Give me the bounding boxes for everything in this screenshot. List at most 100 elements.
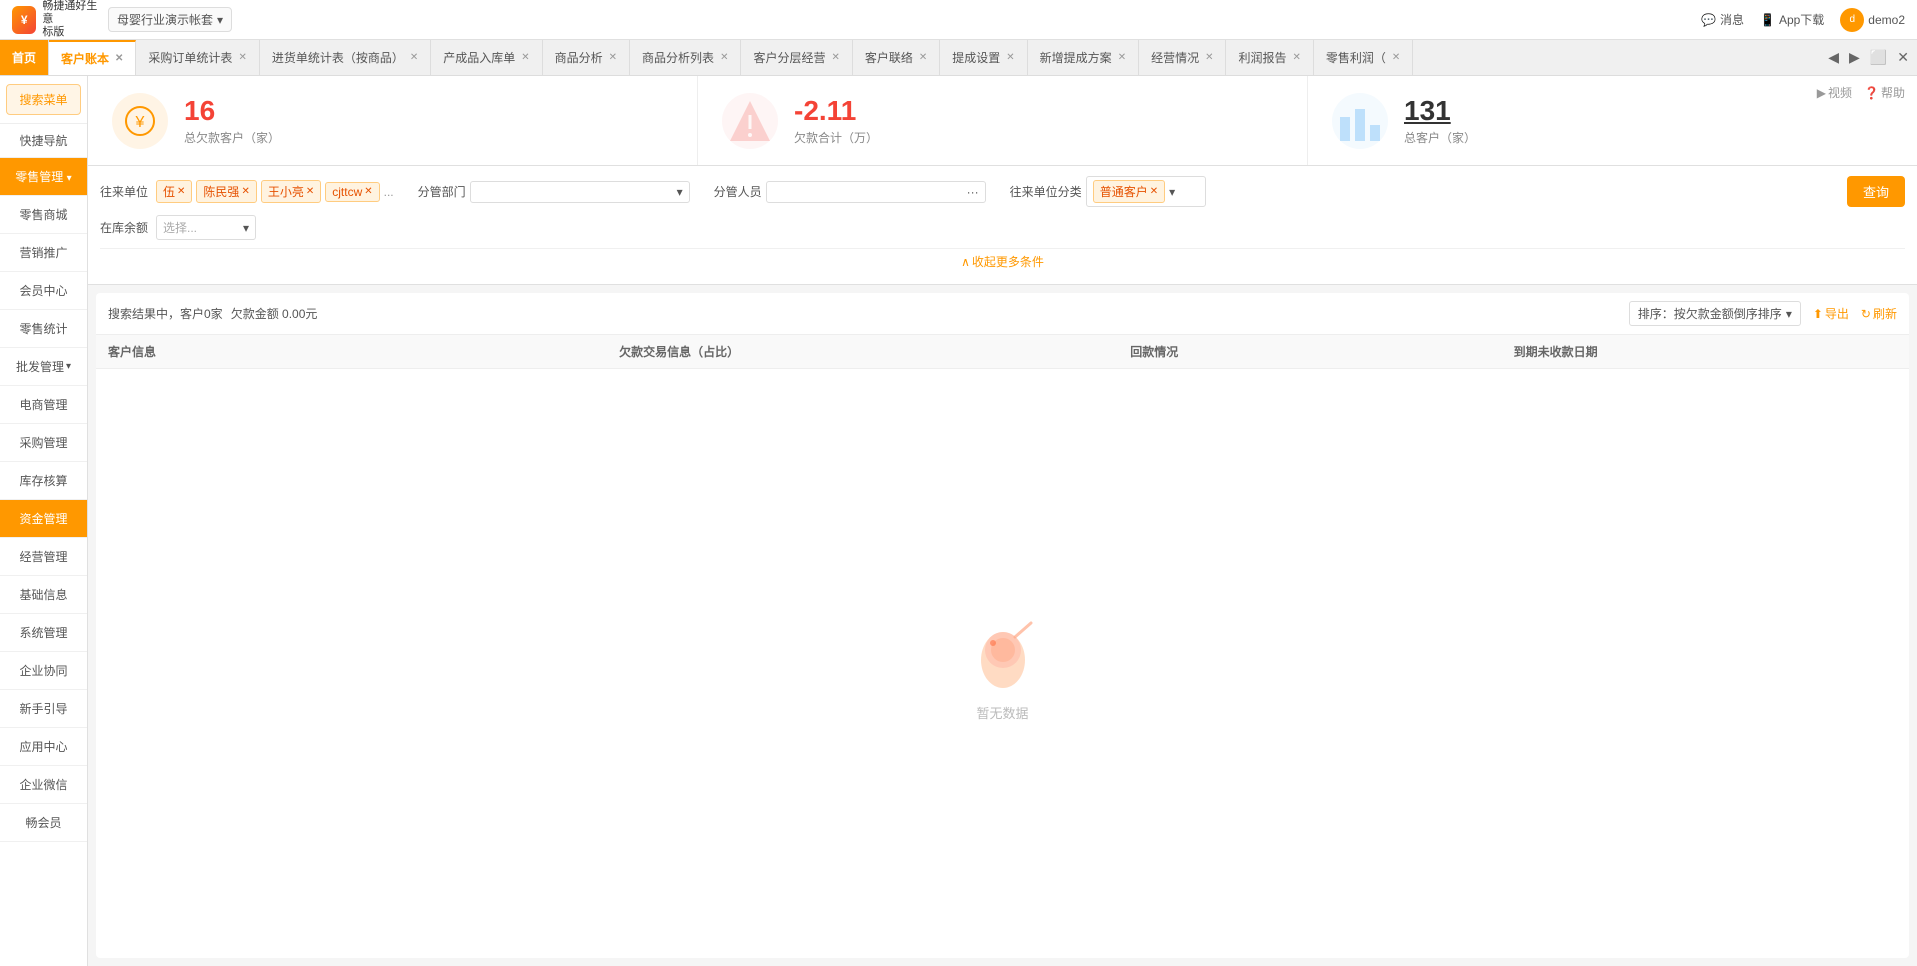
tab-customer-contact[interactable]: 客户联络 ✕ [853,40,940,76]
sidebar-item-vip[interactable]: 畅会员 [0,804,87,842]
sidebar-item-ops[interactable]: 经营管理 [0,538,87,576]
debt-total-label: 欠款合计（万） [794,129,878,146]
tab-goods-analysis-list[interactable]: 商品分析列表 ✕ [630,40,741,76]
col-due-date: 到期未收款日期 [1514,343,1897,360]
total-customers-number: 131 [1404,95,1476,127]
logo-icon: ¥ [12,6,36,34]
user-profile[interactable]: d demo2 [1840,8,1905,32]
sidebar-item-ecommerce[interactable]: 电商管理 [0,386,87,424]
sidebar-quick-nav[interactable]: 快捷导航 [0,124,87,158]
person-filter-label: 分管人员 [714,183,762,200]
table-toolbar: 搜索结果中，客户0家 欠款金额 0.00元 排序：按欠款金额倒序排序 ▾ ⬆ 导… [96,293,1909,335]
close-icon[interactable]: ✕ [238,52,246,63]
tab-operations[interactable]: 经营情况 ✕ [1139,40,1226,76]
tab-profit-report[interactable]: 利润报告 ✕ [1226,40,1313,76]
sidebar-item-basic-info[interactable]: 基础信息 [0,576,87,614]
close-icon[interactable]: ✕ [831,52,839,63]
dept-select[interactable]: ▾ [470,181,690,203]
debt-customers-icon: ¥ [112,93,168,149]
account-selector[interactable]: 母婴行业演示帐套 ▾ [108,7,232,32]
sidebar-item-sys[interactable]: 系统管理 [0,614,87,652]
person-select[interactable]: ··· [766,181,986,203]
chevron-down-icon: ▾ [677,185,683,199]
message-icon: 💬 [1701,13,1716,27]
search-menu-button[interactable]: 搜索菜单 [6,84,81,115]
tab-goods-analysis[interactable]: 商品分析 ✕ [543,40,630,76]
sidebar-item-new-guide[interactable]: 新手引导 [0,690,87,728]
remove-tag-wang[interactable]: ✕ [306,186,314,197]
tab-retail-profit[interactable]: 零售利润（ ✕ [1314,40,1413,76]
debt-summary: 欠款金额 0.00元 [231,305,318,322]
close-icon[interactable]: ✕ [1293,52,1301,63]
unit-class-tag-normal: 普通客户 ✕ [1093,180,1165,203]
close-icon[interactable]: ✕ [115,53,123,64]
sidebar-item-retail-mall[interactable]: 零售商城 [0,196,87,234]
sidebar-item-member-center[interactable]: 会员中心 [0,272,87,310]
chevron-down-icon: ▾ [1786,307,1792,321]
sort-select[interactable]: 排序：按欠款金额倒序排序 ▾ [1629,301,1801,326]
filter-tag-wu: 伍 ✕ [156,180,192,203]
close-icon[interactable]: ✕ [521,52,529,63]
sidebar-item-retail-stats[interactable]: 零售统计 [0,310,87,348]
tab-customer-stratify[interactable]: 客户分层经营 ✕ [741,40,852,76]
svg-text:¥: ¥ [135,114,145,131]
sidebar-item-wholesale[interactable]: 批发管理 ▾ [0,348,87,386]
tabs-maximize[interactable]: ⬜ [1866,47,1891,68]
main-layout: 搜索菜单 快捷导航 零售管理 ▾ 零售商城 营销推广 会员中心 零售统计 批发管… [0,76,1917,966]
filter-tag-wang: 王小亮 ✕ [261,180,321,203]
remove-tag-cjttcw[interactable]: ✕ [364,186,372,197]
unit-class-select[interactable]: 普通客户 ✕ ▾ [1086,176,1206,207]
avatar: d [1840,8,1864,32]
collapse-filter-btn[interactable]: ∧ 收起更多条件 [100,248,1905,274]
sidebar-item-app-center[interactable]: 应用中心 [0,728,87,766]
query-button[interactable]: 查询 [1847,176,1905,207]
close-icon[interactable]: ✕ [919,52,927,63]
stats-banner: ▶ 视频 ❓ 帮助 ¥ 16 总欠款客户（家） [88,76,1917,166]
col-repayment: 回款情况 [1130,343,1513,360]
close-icon[interactable]: ✕ [609,52,617,63]
close-icon[interactable]: ✕ [1205,52,1213,63]
debt-customers-number: 16 [184,95,280,127]
search-summary: 搜索结果中，客户0家 [108,305,223,322]
app-download-btn[interactable]: 📱 App下载 [1760,11,1824,28]
sidebar-item-marketing[interactable]: 营销推广 [0,234,87,272]
table-body: 暂无数据 [96,369,1909,958]
tabs-scroll-left[interactable]: ◀ [1824,47,1843,68]
refresh-btn[interactable]: ↻ 刷新 [1861,305,1897,322]
tab-home[interactable]: 首页 [0,40,49,76]
close-icon[interactable]: ✕ [1118,52,1126,63]
tab-purchase-stats[interactable]: 进货单统计表（按商品） ✕ [260,40,431,76]
close-icon[interactable]: ✕ [720,52,728,63]
filter-tag-chen: 陈民强 ✕ [196,180,256,203]
filter-more-btn[interactable]: ... [384,185,394,199]
sidebar-item-enterprise-coop[interactable]: 企业协同 [0,652,87,690]
sidebar-item-retail-mgmt[interactable]: 零售管理 ▾ [0,158,87,196]
sidebar-item-capital[interactable]: 资金管理 [0,500,87,538]
tabs-close-all[interactable]: ✕ [1893,47,1913,68]
close-icon[interactable]: ✕ [410,52,418,63]
export-btn[interactable]: ⬆ 导出 [1813,305,1849,322]
content-area: ▶ 视频 ❓ 帮助 ¥ 16 总欠款客户（家） [88,76,1917,966]
close-icon[interactable]: ✕ [1006,52,1014,63]
remove-tag-chen[interactable]: ✕ [241,186,249,197]
sidebar-item-purchase[interactable]: 采购管理 [0,424,87,462]
sidebar-item-inventory[interactable]: 库存核算 [0,462,87,500]
refresh-icon: ↻ [1861,307,1871,321]
tab-promotion-settings[interactable]: 提成设置 ✕ [940,40,1027,76]
messages-btn[interactable]: 💬 消息 [1701,11,1744,28]
close-icon[interactable]: ✕ [1392,52,1400,63]
remove-unit-class-tag[interactable]: ✕ [1150,186,1158,197]
sidebar-item-enterprise-wechat[interactable]: 企业微信 [0,766,87,804]
tabs-nav-controls: ◀ ▶ ⬜ ✕ [1824,47,1917,68]
tab-customer-book[interactable]: 客户账本 ✕ [49,40,136,76]
tabs-scroll-right[interactable]: ▶ [1845,47,1864,68]
download-icon: 📱 [1760,13,1775,27]
balance-filter-label: 在库余额 [100,219,148,236]
remove-tag-wu[interactable]: ✕ [177,186,185,197]
tab-product-inbound[interactable]: 产成品入库单 ✕ [431,40,542,76]
tab-purchase-order[interactable]: 采购订单统计表 ✕ [136,40,259,76]
balance-select[interactable]: 选择... ▾ [156,215,256,240]
tab-new-promotion[interactable]: 新增提成方案 ✕ [1028,40,1139,76]
unit-filter-label: 往来单位 [100,183,148,200]
unit-class-label: 往来单位分类 [1010,183,1082,200]
